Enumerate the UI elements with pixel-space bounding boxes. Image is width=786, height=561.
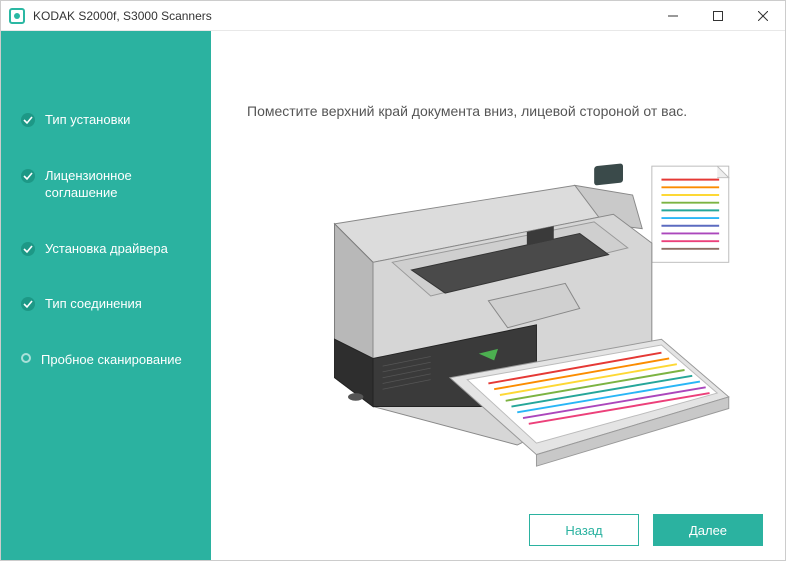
body: Тип установки Лицензионное соглашение Ус… <box>1 31 785 560</box>
check-icon <box>21 242 35 256</box>
step-test-scan: Пробное сканирование <box>1 341 211 379</box>
check-icon <box>21 113 35 127</box>
titlebar: KODAK S2000f, S3000 Scanners <box>1 1 785 31</box>
step-license: Лицензионное соглашение <box>1 157 211 212</box>
window-title: KODAK S2000f, S3000 Scanners <box>33 9 650 23</box>
main-panel: Поместите верхний край документа вниз, л… <box>211 31 785 560</box>
window-controls <box>650 1 785 30</box>
step-label: Пробное сканирование <box>41 351 182 369</box>
scanner-illustration <box>211 139 785 500</box>
next-button[interactable]: Далее <box>653 514 763 546</box>
step-connection-type: Тип соединения <box>1 285 211 323</box>
maximize-button[interactable] <box>695 1 740 30</box>
next-button-label: Далее <box>689 523 727 538</box>
step-install-type: Тип установки <box>1 101 211 139</box>
step-label: Тип установки <box>45 111 130 129</box>
step-label: Тип соединения <box>45 295 142 313</box>
back-button-label: Назад <box>565 523 602 538</box>
back-button[interactable]: Назад <box>529 514 639 546</box>
instruction-text: Поместите верхний край документа вниз, л… <box>211 31 785 139</box>
step-label: Установка драйвера <box>45 240 168 258</box>
step-label: Лицензионное соглашение <box>45 167 193 202</box>
sidebar: Тип установки Лицензионное соглашение Ус… <box>1 31 211 560</box>
minimize-button[interactable] <box>650 1 695 30</box>
check-icon <box>21 169 35 183</box>
footer: Назад Далее <box>211 500 785 560</box>
step-driver-install: Установка драйвера <box>1 230 211 268</box>
circle-icon <box>21 353 31 363</box>
check-icon <box>21 297 35 311</box>
installer-window: KODAK S2000f, S3000 Scanners Тип установ… <box>0 0 786 561</box>
close-button[interactable] <box>740 1 785 30</box>
app-icon <box>9 8 25 24</box>
